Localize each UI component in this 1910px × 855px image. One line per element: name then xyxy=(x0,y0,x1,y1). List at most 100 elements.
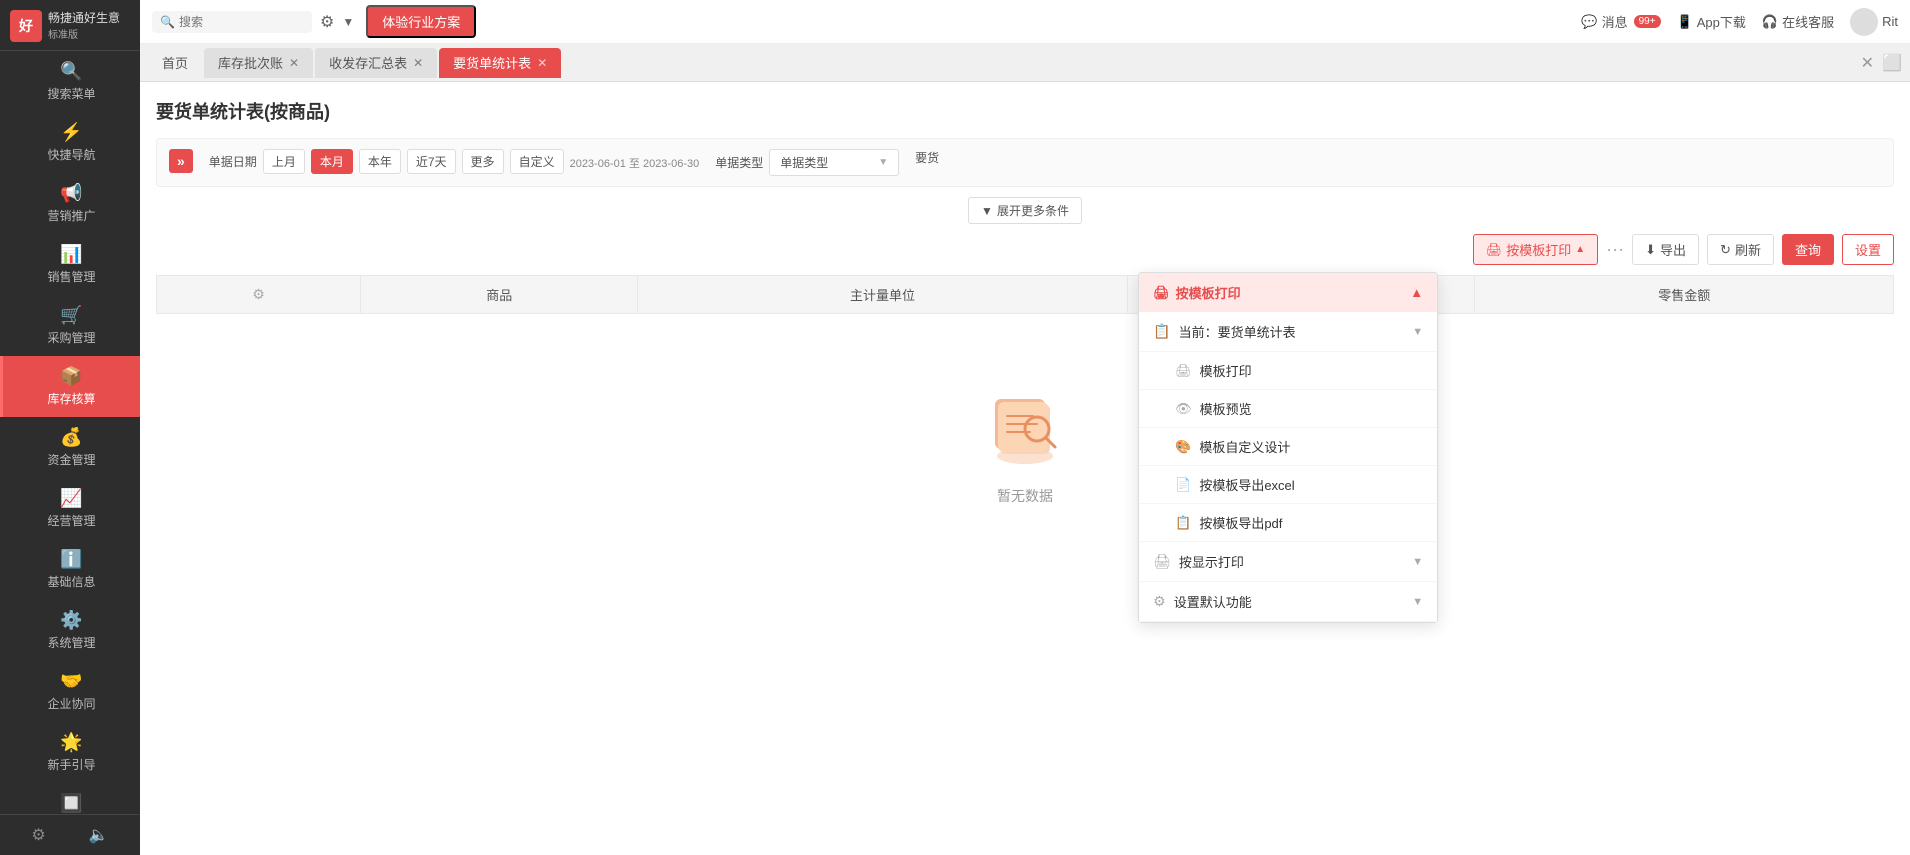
online-service-button[interactable]: 🎧 在线客服 xyxy=(1762,12,1834,31)
message-badge: 99+ xyxy=(1634,15,1661,28)
display-print-item[interactable]: 🖨 按显示打印 ▼ xyxy=(1139,542,1437,582)
template-design-label: 模板自定义设计 xyxy=(1199,437,1290,456)
query-button[interactable]: 查询 xyxy=(1782,234,1834,265)
sidebar-item-operation[interactable]: 📈 经营管理 xyxy=(0,478,140,539)
filter-bar: » 单据日期 上月 本月 本年 近7天 更多 自定义 2023-06-01 至 … xyxy=(156,138,1894,187)
tab-close-batch[interactable]: ✕ xyxy=(289,56,299,70)
sidebar-item-quick[interactable]: ⚡ 快捷导航 xyxy=(0,112,140,173)
current-template-item[interactable]: 📋 当前：要货单统计表 ▼ xyxy=(1139,312,1437,352)
date-btn-current-year[interactable]: 本年 xyxy=(359,149,401,174)
user-profile[interactable]: Rit xyxy=(1850,8,1898,36)
sidebar-item-system[interactable]: ⚙️ 系统管理 xyxy=(0,600,140,661)
system-icon: ⚙️ xyxy=(60,610,82,631)
printer-icon: 🖨 xyxy=(1486,242,1503,258)
default-func-item[interactable]: ⚙ 设置默认功能 ▼ xyxy=(1139,582,1437,622)
tab-label-order: 要货单统计表 xyxy=(453,53,531,72)
marketing-icon: 📢 xyxy=(60,183,82,204)
sidebar-item-marketing[interactable]: 📢 营销推广 xyxy=(0,173,140,234)
settings-button[interactable]: 设置 xyxy=(1842,234,1894,265)
app-download-button[interactable]: 📱 App下载 xyxy=(1677,12,1746,31)
table-header-product: 商品 xyxy=(361,276,638,314)
table-header-retail-amount: 零售金额 xyxy=(1475,276,1894,314)
tab-home[interactable]: 首页 xyxy=(148,48,202,78)
empty-icon xyxy=(975,374,1075,474)
tab-close-receipt[interactable]: ✕ xyxy=(413,56,423,70)
tab-minimize-icon[interactable]: ✕ xyxy=(1861,53,1874,73)
date-range-display: 2023-06-01 至 2023-06-30 xyxy=(570,155,700,171)
template-preview-item[interactable]: 👁 模板预览 xyxy=(1139,390,1437,428)
date-btn-7days[interactable]: 近7天 xyxy=(407,149,456,174)
date-filter-section: 单据日期 上月 本月 本年 近7天 更多 自定义 2023-06-01 至 20… xyxy=(209,149,699,174)
search-box[interactable]: 🔍 xyxy=(152,11,312,33)
tab-bar: 首页 库存批次账 ✕ 收发存汇总表 ✕ 要货单统计表 ✕ ✕ ⬜ xyxy=(140,44,1910,82)
date-btn-last-month[interactable]: 上月 xyxy=(263,149,305,174)
search-input[interactable] xyxy=(179,15,289,29)
chevron-up-icon[interactable]: ▲ xyxy=(1410,285,1423,300)
type-filter-select[interactable]: 单据类型 ▼ xyxy=(769,149,899,176)
data-table: ⚙ 商品 主计量单位 主数量 零售金额 xyxy=(156,275,1894,566)
tab-order-summary[interactable]: 要货单统计表 ✕ xyxy=(439,48,561,78)
logo-icon: 好 xyxy=(10,10,42,42)
search-icon: 🔍 xyxy=(60,61,82,82)
sidebar-item-inventory[interactable]: 📦 库存核算 xyxy=(0,356,140,417)
filter-expand-button[interactable]: » xyxy=(169,149,193,173)
template-pdf-item[interactable]: 📋 按模板导出pdf xyxy=(1139,504,1437,542)
template-excel-item[interactable]: 📄 按模板导出excel xyxy=(1139,466,1437,504)
export-button[interactable]: ⬇ 导出 xyxy=(1632,234,1699,265)
empty-text: 暂无数据 xyxy=(997,486,1053,506)
date-btn-current-month[interactable]: 本月 xyxy=(311,149,353,174)
sidebar-nav: 🔍 搜索菜单 ⚡ 快捷导航 📢 营销推广 📊 销售管理 🛒 采购管理 📦 库存核… xyxy=(0,51,140,814)
date-btn-custom[interactable]: 自定义 xyxy=(510,149,564,174)
expand-label: 展开更多条件 xyxy=(997,202,1069,219)
table-header-settings[interactable]: ⚙ xyxy=(157,276,361,314)
date-filter-label: 单据日期 xyxy=(209,153,257,170)
tab-close-order[interactable]: ✕ xyxy=(537,56,547,70)
sidebar-item-sales[interactable]: 📊 销售管理 xyxy=(0,234,140,295)
sidebar-item-appstore[interactable]: 🔲 应用中心 xyxy=(0,783,140,814)
print-button[interactable]: 🖨 按模板打印 ▲ xyxy=(1473,234,1598,265)
message-icon: 💬 xyxy=(1581,14,1597,30)
more-icon[interactable]: ··· xyxy=(1606,239,1624,260)
search-icon: 🔍 xyxy=(160,15,175,29)
template-design-item[interactable]: 🎨 模板自定义设计 xyxy=(1139,428,1437,466)
trial-button[interactable]: 体验行业方案 xyxy=(366,5,476,38)
table-gear-icon[interactable]: ⚙ xyxy=(252,286,265,302)
type-filter-value: 单据类型 xyxy=(780,154,828,171)
expand-icon: ▼ xyxy=(981,204,993,218)
tab-maximize-icon[interactable]: ⬜ xyxy=(1882,53,1902,73)
headset-icon: 🎧 xyxy=(1762,14,1778,30)
category-filter-section: 要货 xyxy=(915,149,939,166)
sidebar-footer-speaker[interactable]: 🔈 xyxy=(89,825,109,845)
sidebar-item-collab[interactable]: 🤝 企业协同 xyxy=(0,661,140,722)
date-btn-more[interactable]: 更多 xyxy=(462,149,504,174)
sidebar-item-search[interactable]: 🔍 搜索菜单 xyxy=(0,51,140,112)
sidebar-item-basic[interactable]: ℹ️ 基础信息 xyxy=(0,539,140,600)
user-name: Rit xyxy=(1882,14,1898,29)
pdf-icon: 📋 xyxy=(1175,515,1191,531)
template-print-item[interactable]: 🖨 模板打印 xyxy=(1139,352,1437,390)
template-pdf-label: 按模板导出pdf xyxy=(1199,513,1282,532)
refresh-button[interactable]: ↻ 刷新 xyxy=(1707,234,1774,265)
sidebar-label-sales: 销售管理 xyxy=(47,268,95,285)
sidebar: 好 畅捷通好生意 标准版 🔍 搜索菜单 ⚡ 快捷导航 📢 营销推广 📊 销售管理… xyxy=(0,0,140,855)
sidebar-footer-settings[interactable]: ⚙ xyxy=(31,825,45,845)
preview-icon: 👁 xyxy=(1175,401,1192,417)
chevron-down-icon: ▼ xyxy=(878,157,888,168)
sidebar-label-purchase: 采购管理 xyxy=(47,329,95,346)
dropdown-icon[interactable]: ▼ xyxy=(342,15,354,29)
tab-receipt-summary[interactable]: 收发存汇总表 ✕ xyxy=(315,48,437,78)
page-title: 要货单统计表(按商品) xyxy=(156,98,1894,124)
settings-icon[interactable]: ⚙ xyxy=(320,12,334,32)
collab-icon: 🤝 xyxy=(60,671,82,692)
sidebar-label-guide: 新手引导 xyxy=(47,756,95,773)
expand-conditions-button[interactable]: ▼ 展开更多条件 xyxy=(968,197,1082,224)
sidebar-item-guide[interactable]: 🌟 新手引导 xyxy=(0,722,140,783)
sidebar-label-collab: 企业协同 xyxy=(47,695,95,712)
messages-button[interactable]: 💬 消息 99+ xyxy=(1581,12,1660,31)
table-header-unit: 主计量单位 xyxy=(638,276,1127,314)
appstore-icon: 🔲 xyxy=(60,793,82,814)
tab-inventory-batch[interactable]: 库存批次账 ✕ xyxy=(204,48,313,78)
sidebar-item-purchase[interactable]: 🛒 采购管理 xyxy=(0,295,140,356)
sidebar-item-finance[interactable]: 💰 资金管理 xyxy=(0,417,140,478)
print-dropdown: 🖨 按模板打印 ▲ 📋 当前：要货单统计表 ▼ xyxy=(1138,272,1438,623)
